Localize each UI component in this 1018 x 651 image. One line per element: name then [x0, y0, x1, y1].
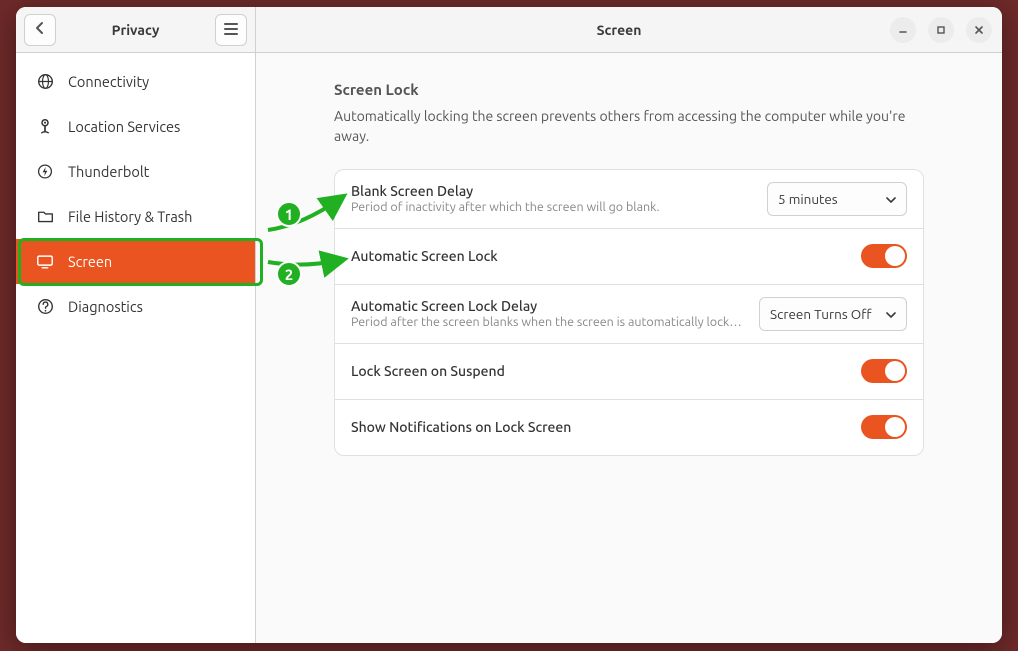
settings-window: Privacy Connectivity Location Services — [16, 7, 1002, 643]
chevron-down-icon — [886, 306, 896, 322]
row-subtext: Period of inactivity after which the scr… — [351, 200, 767, 214]
settings-panel: Blank Screen Delay Period of inactivity … — [334, 169, 924, 456]
sidebar-item-connectivity[interactable]: Connectivity — [16, 59, 255, 104]
row-blank-screen-delay: Blank Screen Delay Period of inactivity … — [335, 170, 923, 228]
row-label: Automatic Screen Lock Delay — [351, 298, 759, 314]
maximize-button[interactable] — [928, 17, 954, 43]
row-show-notifications: Show Notifications on Lock Screen — [335, 399, 923, 455]
main-pane: Screen Scr — [256, 7, 1002, 643]
sidebar-item-label: Diagnostics — [68, 298, 143, 315]
sidebar-item-diagnostics[interactable]: Diagnostics — [16, 284, 255, 329]
sidebar-title: Privacy — [64, 22, 207, 38]
select-value: 5 minutes — [778, 191, 838, 207]
hamburger-menu-button[interactable] — [215, 14, 247, 46]
row-label: Lock Screen on Suspend — [351, 363, 861, 379]
show-notifications-switch[interactable] — [861, 415, 907, 439]
globe-icon — [36, 73, 54, 91]
help-icon — [36, 298, 54, 316]
lock-on-suspend-switch[interactable] — [861, 359, 907, 383]
sidebar: Privacy Connectivity Location Services — [16, 7, 256, 643]
location-icon — [36, 118, 54, 136]
close-icon — [974, 22, 984, 38]
sidebar-item-label: Screen — [68, 253, 112, 270]
chevron-left-icon — [35, 21, 45, 38]
automatic-screen-lock-switch[interactable] — [861, 244, 907, 268]
row-label: Blank Screen Delay — [351, 183, 767, 199]
automatic-screen-lock-delay-select[interactable]: Screen Turns Off — [759, 297, 907, 331]
window-controls — [872, 17, 992, 43]
row-label: Show Notifications on Lock Screen — [351, 419, 861, 435]
section-description: Automatically locking the screen prevent… — [334, 106, 924, 147]
sidebar-item-screen[interactable]: Screen — [16, 239, 255, 284]
sidebar-list: Connectivity Location Services Thunderbo… — [16, 53, 255, 643]
select-value: Screen Turns Off — [770, 306, 872, 322]
maximize-icon — [936, 22, 946, 38]
row-subtext: Period after the screen blanks when the … — [351, 315, 759, 329]
close-button[interactable] — [966, 17, 992, 43]
minimize-icon — [898, 22, 908, 38]
sidebar-item-label: File History & Trash — [68, 208, 192, 225]
folder-icon — [36, 208, 54, 226]
sidebar-item-label: Thunderbolt — [68, 163, 149, 180]
row-automatic-screen-lock-delay: Automatic Screen Lock Delay Period after… — [335, 284, 923, 343]
sidebar-header: Privacy — [16, 7, 255, 53]
blank-screen-delay-select[interactable]: 5 minutes — [767, 182, 907, 216]
row-lock-on-suspend: Lock Screen on Suspend — [335, 343, 923, 399]
sidebar-item-location[interactable]: Location Services — [16, 104, 255, 149]
row-label: Automatic Screen Lock — [351, 248, 861, 264]
thunderbolt-icon — [36, 163, 54, 181]
sidebar-item-thunderbolt[interactable]: Thunderbolt — [16, 149, 255, 194]
sidebar-item-file-history[interactable]: File History & Trash — [16, 194, 255, 239]
row-automatic-screen-lock: Automatic Screen Lock — [335, 228, 923, 284]
sidebar-item-label: Connectivity — [68, 73, 149, 90]
minimize-button[interactable] — [890, 17, 916, 43]
sidebar-item-label: Location Services — [68, 118, 180, 135]
page-title: Screen — [366, 22, 872, 38]
main-header: Screen — [256, 7, 1002, 53]
back-button[interactable] — [24, 14, 56, 46]
display-icon — [36, 253, 54, 271]
section-title: Screen Lock — [334, 81, 924, 98]
content-area: Screen Lock Automatically locking the sc… — [256, 53, 1002, 643]
hamburger-icon — [224, 22, 238, 38]
chevron-down-icon — [886, 191, 896, 207]
